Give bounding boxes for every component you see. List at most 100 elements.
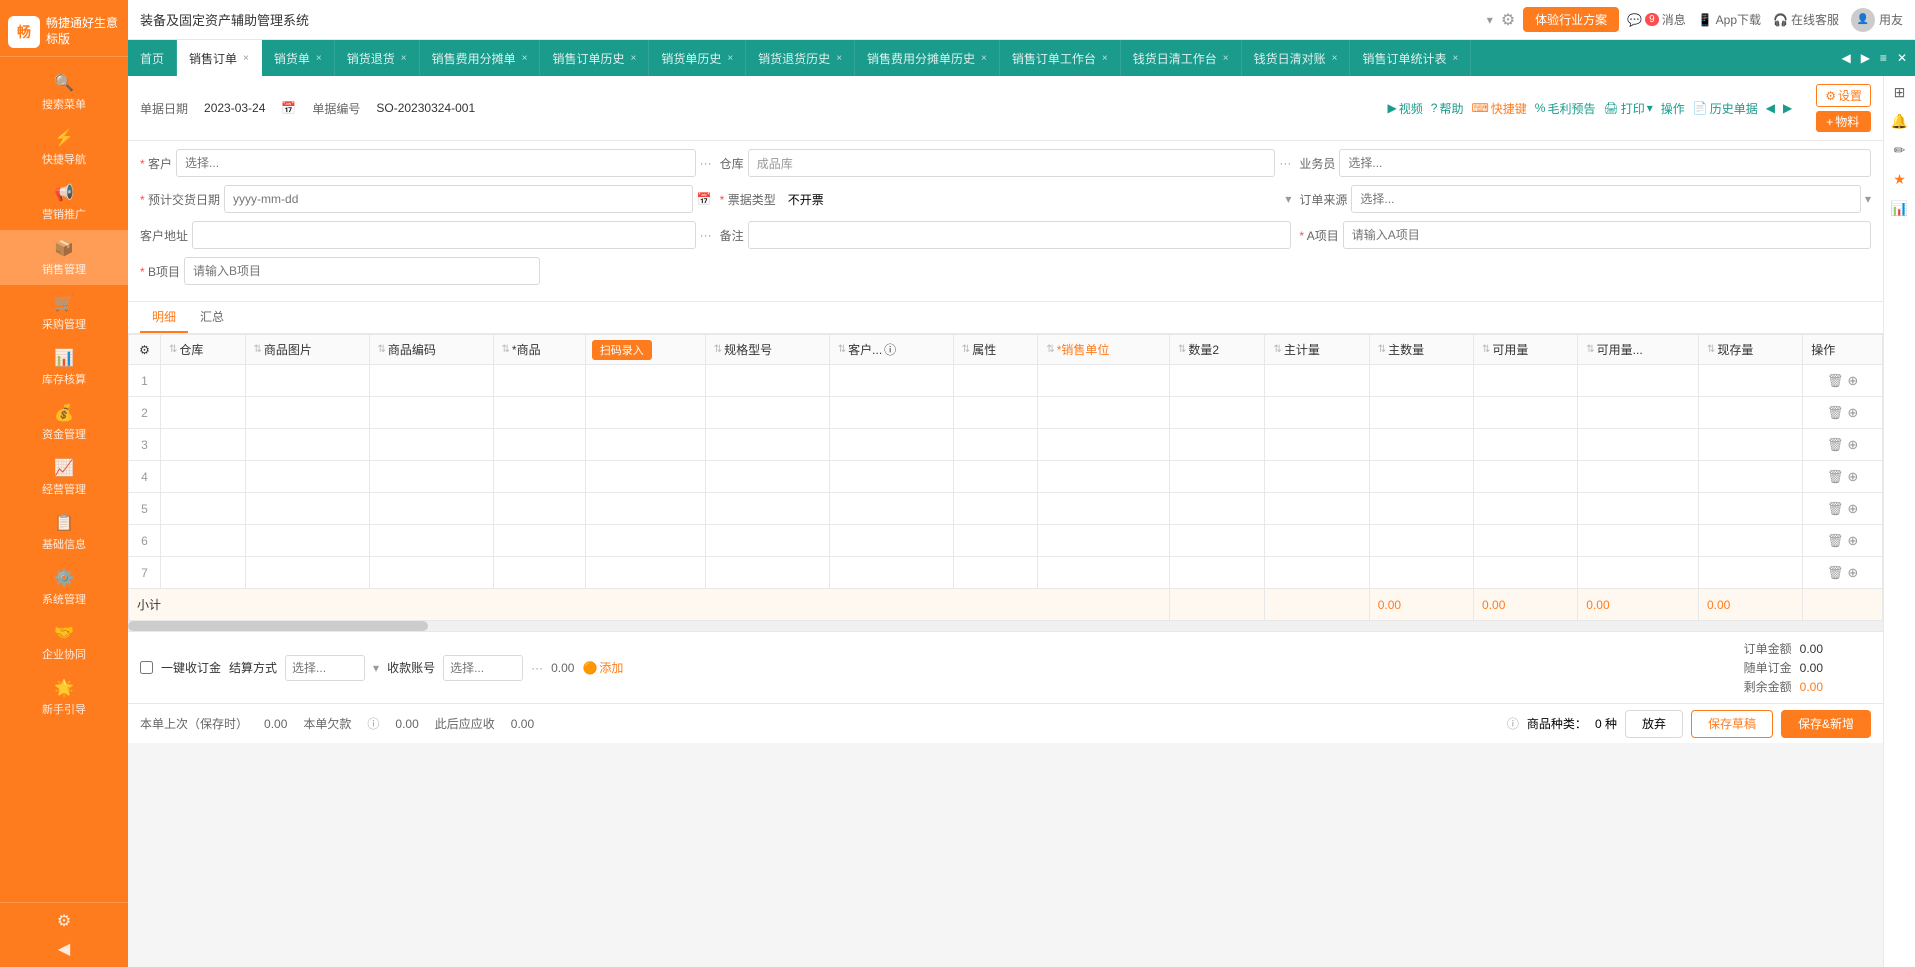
scrollbar-thumb[interactable] [128, 621, 428, 631]
row-customer-code[interactable] [829, 429, 953, 461]
tab-detail[interactable]: 明细 [140, 302, 188, 333]
row-spec[interactable] [705, 365, 829, 397]
row-stock[interactable] [1698, 365, 1802, 397]
row-available[interactable] [1474, 493, 1578, 525]
row-attr[interactable] [953, 365, 1038, 397]
tab-bill-history-close[interactable]: × [727, 53, 733, 64]
row-stock[interactable] [1698, 525, 1802, 557]
payment-method-input[interactable] [285, 655, 365, 681]
horizontal-scrollbar[interactable] [128, 621, 1883, 631]
warehouse-more-icon[interactable]: ··· [1279, 156, 1291, 170]
tab-order-history-close[interactable]: × [630, 53, 636, 64]
sidebar-item-operations[interactable]: 📈 经营管理 [0, 450, 128, 505]
row-main-qty[interactable] [1369, 429, 1473, 461]
tab-order-workbench-close[interactable]: × [1102, 53, 1108, 64]
th-warehouse[interactable]: ⇅仓库 [161, 335, 246, 365]
add-button[interactable]: 🟠 添加 [582, 659, 623, 676]
delete-row-icon[interactable]: 🗑 [1827, 373, 1844, 389]
delete-row-icon[interactable]: 🗑 [1827, 437, 1844, 453]
th-product[interactable]: ⇅*商品 [493, 335, 585, 365]
app-download-btn[interactable]: 📱 App下载 [1698, 11, 1761, 28]
tab-sales-stats-close[interactable]: × [1452, 53, 1458, 64]
row-unit[interactable] [1038, 525, 1170, 557]
chart-icon[interactable]: 📊 [1891, 200, 1908, 217]
row-main-unit[interactable] [1265, 493, 1369, 525]
sidebar-item-basicinfo[interactable]: 📋 基础信息 [0, 505, 128, 560]
sidebar-item-sales[interactable]: 📦 销售管理 [0, 230, 128, 285]
delete-row-icon[interactable]: 🗑 [1827, 469, 1844, 485]
row-code[interactable] [369, 397, 493, 429]
sidebar-item-search[interactable]: 🔍 搜索菜单 [0, 65, 128, 120]
tab-summary[interactable]: 汇总 [188, 302, 236, 333]
tab-daily-reconcile[interactable]: 钱货日清对账 × [1242, 40, 1351, 76]
copy-row-icon[interactable]: ⊕ [1847, 437, 1858, 453]
warehouse-input[interactable] [748, 149, 1276, 177]
save-new-button[interactable]: 保存&新增 [1781, 710, 1871, 738]
profit-btn[interactable]: % 毛利预告 [1535, 100, 1596, 117]
tab-daily-workbench-close[interactable]: × [1223, 53, 1229, 64]
row-attr[interactable] [953, 525, 1038, 557]
th-image[interactable]: ⇅商品图片 [245, 335, 369, 365]
row-warehouse[interactable] [161, 493, 246, 525]
row-qty2[interactable] [1169, 493, 1265, 525]
tab-return-history-close[interactable]: × [836, 53, 842, 64]
invoice-dropdown-icon[interactable]: ▾ [1285, 192, 1291, 206]
row-customer-code[interactable] [829, 461, 953, 493]
tab-sales-return[interactable]: 销货退货 × [335, 40, 420, 76]
row-qty2[interactable] [1169, 557, 1265, 589]
row-spec[interactable] [705, 461, 829, 493]
tab-expense-split[interactable]: 销售费用分摊单 × [420, 40, 541, 76]
row-available[interactable] [1474, 557, 1578, 589]
nav-close-all-icon[interactable]: ✕ [1893, 49, 1911, 67]
tab-sales-order-close[interactable]: × [243, 53, 249, 64]
delivery-date-input[interactable] [224, 185, 693, 213]
row-unit[interactable] [1038, 397, 1170, 429]
row-qty2[interactable] [1169, 429, 1265, 461]
copy-row-icon[interactable]: ⊕ [1847, 405, 1858, 421]
discard-button[interactable]: 放弃 [1625, 710, 1683, 738]
row-main-qty[interactable] [1369, 493, 1473, 525]
solution-button[interactable]: 体验行业方案 [1523, 7, 1619, 32]
delete-row-icon[interactable]: 🗑 [1827, 501, 1844, 517]
print-btn[interactable]: 🖨 打印 ▾ [1603, 100, 1652, 117]
row-available[interactable] [1474, 397, 1578, 429]
settings-icon[interactable]: ⚙ [57, 911, 71, 931]
row-main-qty[interactable] [1369, 525, 1473, 557]
current-info-icon[interactable]: ⓘ [367, 715, 379, 732]
row-unit[interactable] [1038, 557, 1170, 589]
th-available2[interactable]: ⇅可用量... [1578, 335, 1699, 365]
row-attr[interactable] [953, 493, 1038, 525]
row-stock[interactable] [1698, 429, 1802, 461]
row-code[interactable] [369, 557, 493, 589]
row-main-unit[interactable] [1265, 365, 1369, 397]
row-code[interactable] [369, 365, 493, 397]
dropdown-icon[interactable]: ▾ [1487, 13, 1493, 27]
row-code[interactable] [369, 493, 493, 525]
tab-sales-order[interactable]: 销售订单 × [177, 40, 262, 76]
row-stock[interactable] [1698, 397, 1802, 429]
help-btn[interactable]: ? 帮助 [1431, 100, 1464, 117]
tab-sales-stats[interactable]: 销售订单统计表 × [1350, 40, 1471, 76]
row-customer-code[interactable] [829, 525, 953, 557]
row-warehouse[interactable] [161, 365, 246, 397]
th-qty2[interactable]: ⇅数量2 [1169, 335, 1265, 365]
order-source-input[interactable] [1351, 185, 1861, 213]
tab-expense-history[interactable]: 销售费用分摊单历史 × [855, 40, 1000, 76]
row-warehouse[interactable] [161, 397, 246, 429]
row-code[interactable] [369, 429, 493, 461]
row-available2[interactable] [1578, 525, 1699, 557]
row-customer-code[interactable] [829, 493, 953, 525]
row-product[interactable] [493, 397, 585, 429]
th-customer-code[interactable]: ⇅客户... ⓘ [829, 335, 953, 365]
row-main-unit[interactable] [1265, 429, 1369, 461]
row-warehouse[interactable] [161, 429, 246, 461]
row-available2[interactable] [1578, 397, 1699, 429]
row-unit[interactable] [1038, 365, 1170, 397]
row-available2[interactable] [1578, 461, 1699, 493]
row-customer-code[interactable] [829, 365, 953, 397]
th-settings[interactable]: ⚙ [129, 335, 161, 365]
scan-button[interactable]: 扫码录入 [592, 340, 652, 360]
tab-home[interactable]: 首页 [128, 40, 177, 76]
settings-gear-icon[interactable]: ⚙ [1501, 10, 1515, 30]
one-click-checkbox[interactable] [140, 661, 153, 674]
